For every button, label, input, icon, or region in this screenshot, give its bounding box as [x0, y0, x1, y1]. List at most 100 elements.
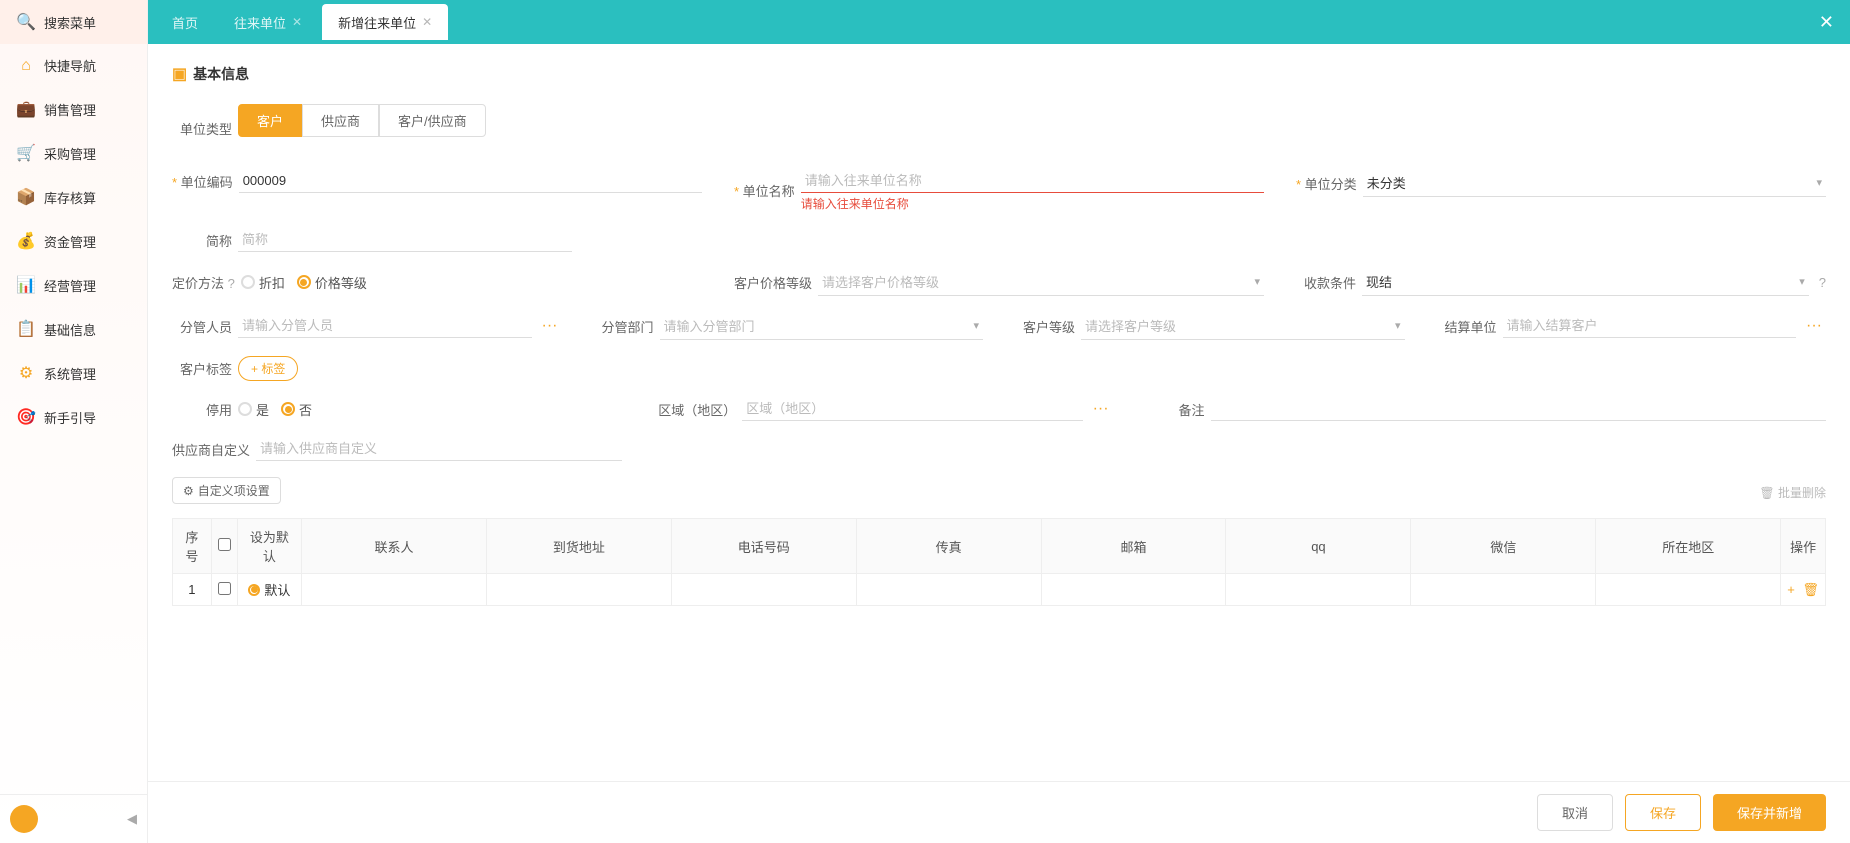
tab-new-partner[interactable]: 新增往来单位 ✕ — [322, 4, 448, 40]
tab-home[interactable]: 首页 — [156, 4, 214, 40]
row-wechat-input[interactable] — [1417, 582, 1589, 597]
sidebar-item-search[interactable]: 🔍 搜索菜单 — [0, 0, 147, 44]
department-select[interactable]: 请输入分管部门 ▾ — [660, 312, 984, 340]
row-email-input[interactable] — [1048, 582, 1220, 597]
row-contact-input[interactable] — [308, 582, 480, 597]
col-no: 序号 — [173, 519, 212, 574]
payment-terms-help-icon[interactable]: ? — [1819, 275, 1826, 290]
customer-price-level-select[interactable]: 请选择客户价格等级 ▾ — [818, 268, 1264, 296]
sidebar-item-basic-info[interactable]: 📋 基础信息 — [0, 307, 147, 351]
sidebar-item-system[interactable]: ⚙ 系统管理 — [0, 351, 147, 395]
row-fax[interactable] — [856, 574, 1041, 606]
row-default-label: 默认 — [264, 580, 290, 599]
row-contact[interactable] — [302, 574, 487, 606]
row-region-input[interactable] — [1602, 582, 1774, 597]
disabled-region-row: 停用 是 否 区域（地区） ··· 备注 — [172, 397, 1826, 421]
batch-del-icon: 🗑 — [1759, 486, 1774, 500]
row-address[interactable] — [486, 574, 671, 606]
sidebar-item-operations[interactable]: 📊 经营管理 — [0, 263, 147, 307]
row-no: 1 — [173, 574, 212, 606]
pricing-method-help-icon[interactable]: ? — [228, 276, 235, 291]
col-region: 所在地区 — [1596, 519, 1781, 574]
sidebar-item-inventory[interactable]: 📦 库存核算 — [0, 175, 147, 219]
supplier-custom-input[interactable] — [256, 437, 622, 461]
save-button[interactable]: 保存 — [1625, 794, 1701, 831]
code-input[interactable] — [239, 169, 702, 193]
radio-disabled-yes[interactable]: 是 — [238, 400, 269, 419]
row-qq-input[interactable] — [1232, 582, 1404, 597]
customer-price-level-label: 客户价格等级 — [734, 273, 812, 292]
customer-tag-label: 客户标签 — [172, 359, 232, 378]
form-area: ▣ 基本信息 单位类型 客户 供应商 客户/供应商 单位编码 — [148, 44, 1850, 781]
category-select[interactable]: 未分类 ▾ — [1363, 169, 1826, 197]
row-wechat[interactable] — [1411, 574, 1596, 606]
sidebar-collapse-icon[interactable]: ◀ — [127, 811, 137, 827]
pricing-method-field: 定价方法 ? 折扣 价格等级 — [172, 273, 702, 292]
abbr-input[interactable] — [238, 228, 572, 252]
customer-level-select[interactable]: 请选择客户等级 ▾ — [1081, 312, 1405, 340]
row-phone[interactable] — [671, 574, 856, 606]
cancel-button[interactable]: 取消 — [1537, 794, 1613, 831]
settlement-unit-input[interactable] — [1503, 314, 1797, 338]
custom-settings-button[interactable]: ⚙ 自定义项设置 — [172, 477, 281, 504]
customer-price-level-placeholder: 请选择客户价格等级 — [822, 272, 939, 291]
tab-new-partner-close[interactable]: ✕ — [422, 15, 432, 29]
row-phone-input[interactable] — [678, 582, 850, 597]
abbr-row: 简称 — [172, 228, 1826, 252]
radio-disabled-yes-label: 是 — [256, 400, 269, 419]
gear-icon: ⚙ — [183, 484, 194, 498]
category-label: 单位分类 — [1296, 174, 1357, 193]
main-content: 首页 往来单位 ✕ 新增往来单位 ✕ ✕ ▣ 基本信息 单位类型 客户 供应商 — [148, 0, 1850, 843]
row-region[interactable] — [1596, 574, 1781, 606]
unit-type-buttons: 客户 供应商 客户/供应商 — [238, 104, 486, 137]
manager-input[interactable] — [238, 314, 532, 338]
close-all-tabs-button[interactable]: ✕ — [1811, 8, 1842, 37]
tab-partners[interactable]: 往来单位 ✕ — [218, 4, 318, 40]
unit-type-customer-btn[interactable]: 客户 — [238, 104, 302, 137]
radio-discount[interactable]: 折扣 — [241, 273, 285, 292]
department-placeholder: 请输入分管部门 — [664, 316, 755, 335]
select-all-checkbox[interactable] — [218, 538, 231, 551]
region-more-btn[interactable]: ··· — [1089, 400, 1113, 418]
sidebar-item-purchase[interactable]: 🛒 采购管理 — [0, 131, 147, 175]
radio-disabled-no-label: 否 — [299, 400, 312, 419]
row-checkbox[interactable] — [218, 582, 231, 595]
unit-type-supplier-btn[interactable]: 供应商 — [302, 104, 379, 137]
purchase-icon: 🛒 — [16, 143, 36, 163]
row-del-btn[interactable]: 🗑 — [1802, 582, 1819, 597]
manager-field: 分管人员 ··· — [172, 314, 562, 338]
settlement-more-btn[interactable]: ··· — [1802, 317, 1826, 335]
sidebar-item-sales[interactable]: 💼 销售管理 — [0, 87, 147, 131]
save-new-button[interactable]: 保存并新增 — [1713, 794, 1826, 831]
row-address-input[interactable] — [493, 582, 665, 597]
sidebar-item-quick-nav[interactable]: ⌂ 快捷导航 — [0, 44, 147, 87]
row-qq[interactable] — [1226, 574, 1411, 606]
col-address: 到货地址 — [486, 519, 671, 574]
manager-more-btn[interactable]: ··· — [538, 317, 562, 335]
batch-delete-button[interactable]: 🗑 批量删除 — [1759, 484, 1826, 501]
unit-type-both-btn[interactable]: 客户/供应商 — [379, 104, 486, 137]
sidebar-item-finance[interactable]: 💰 资金管理 — [0, 219, 147, 263]
radio-disabled-no[interactable]: 否 — [281, 400, 312, 419]
add-tag-button[interactable]: + 标签 — [238, 356, 298, 381]
name-input[interactable] — [801, 169, 1264, 193]
customer-price-level-arrow-icon: ▾ — [1254, 275, 1260, 288]
row-default[interactable]: 默认 — [237, 574, 301, 606]
section-title-basic-info: ▣ 基本信息 — [172, 64, 1826, 84]
row-fax-input[interactable] — [863, 582, 1035, 597]
system-icon: ⚙ — [16, 363, 36, 383]
sidebar: 🔍 搜索菜单 ⌂ 快捷导航 💼 销售管理 🛒 采购管理 📦 库存核算 💰 资金管… — [0, 0, 148, 843]
radio-price-level-label: 价格等级 — [315, 273, 367, 292]
region-input[interactable] — [742, 397, 1082, 421]
region-field: 区域（地区） ··· — [658, 397, 1112, 421]
remark-input[interactable] — [1211, 397, 1826, 421]
payment-terms-select[interactable]: 现结 ▾ — [1362, 268, 1809, 296]
tab-partners-close[interactable]: ✕ — [292, 15, 302, 29]
row-add-btn[interactable]: + — [1787, 582, 1795, 597]
row-check[interactable] — [211, 574, 237, 606]
row-email[interactable] — [1041, 574, 1226, 606]
radio-price-level[interactable]: 价格等级 — [297, 273, 367, 292]
disabled-radio-group: 是 否 — [238, 400, 312, 419]
radio-disabled-no-circle — [281, 402, 295, 416]
sidebar-item-guide[interactable]: 🎯 新手引导 — [0, 395, 147, 439]
